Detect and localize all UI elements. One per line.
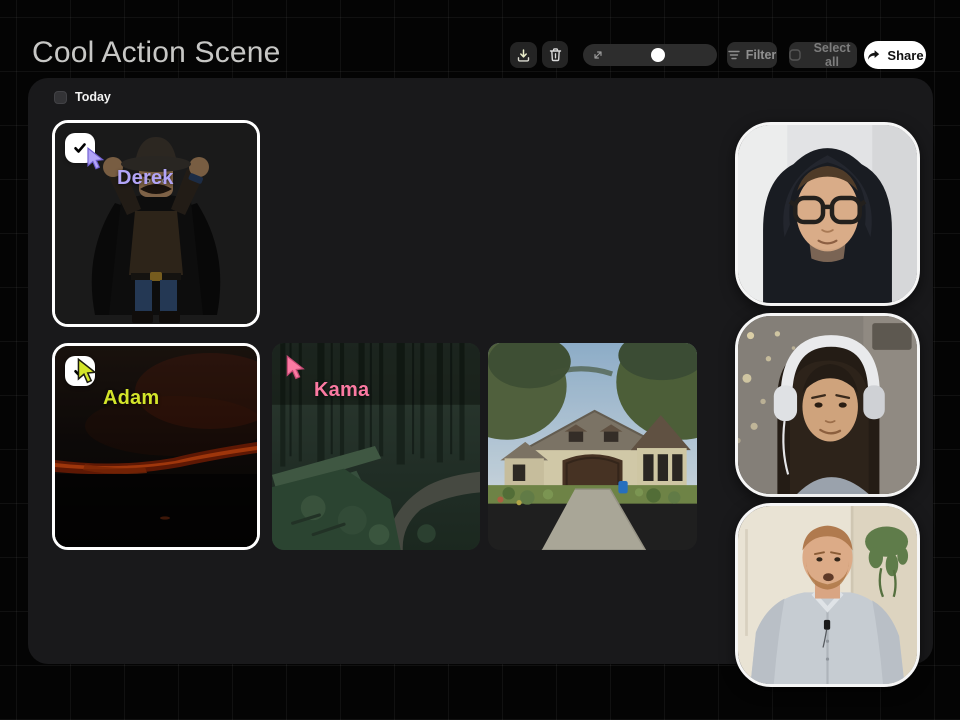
card-checkbox-checked[interactable] xyxy=(65,356,95,386)
filter-button-label: Filter xyxy=(745,48,777,62)
mossy-forest-image xyxy=(272,343,480,550)
download-button[interactable] xyxy=(510,42,537,68)
select-all-button-label: Select all xyxy=(813,41,851,69)
checkmark-icon xyxy=(74,366,86,376)
gallery-card-volcano[interactable]: Adam xyxy=(52,343,260,550)
checkmark-icon xyxy=(74,143,86,153)
checkbox-outline-icon xyxy=(789,49,801,61)
card-checkbox-checked[interactable] xyxy=(65,133,95,163)
participant-3-video-frame xyxy=(738,506,917,684)
today-group-checkbox[interactable] xyxy=(54,90,67,104)
participant-video-man-with-glasses[interactable] xyxy=(735,122,920,306)
share-button-label: Share xyxy=(887,47,924,63)
filter-button[interactable]: Filter xyxy=(727,42,777,68)
delete-button[interactable] xyxy=(542,41,568,68)
filter-lines-icon xyxy=(728,50,740,60)
app-background: { "window": { "title": "Cool Action Scen… xyxy=(0,0,960,720)
date-group-header: Today xyxy=(54,90,111,104)
participant-video-man-in-shirt[interactable] xyxy=(735,503,920,687)
share-button[interactable]: Share xyxy=(864,41,926,69)
resize-diagonal-icon xyxy=(592,49,604,61)
participant-2-video-frame xyxy=(738,316,917,494)
download-icon xyxy=(516,48,531,63)
gallery-card-cowboy[interactable]: Derek xyxy=(52,120,260,327)
share-arrow-icon xyxy=(866,49,881,62)
thumbnail-size-slider[interactable] xyxy=(583,44,717,66)
gallery-card-forest[interactable]: Kama xyxy=(272,343,480,550)
select-all-button[interactable]: Select all xyxy=(789,41,857,69)
gallery-card-house[interactable] xyxy=(488,343,697,550)
participant-1-video-frame xyxy=(738,125,917,303)
suburban-house-image xyxy=(488,343,697,550)
page-title: Cool Action Scene xyxy=(32,36,281,69)
trash-icon xyxy=(548,47,563,63)
participant-video-woman-with-headphones[interactable] xyxy=(735,313,920,497)
slider-thumb[interactable] xyxy=(651,48,665,62)
date-group-label: Today xyxy=(75,90,111,104)
